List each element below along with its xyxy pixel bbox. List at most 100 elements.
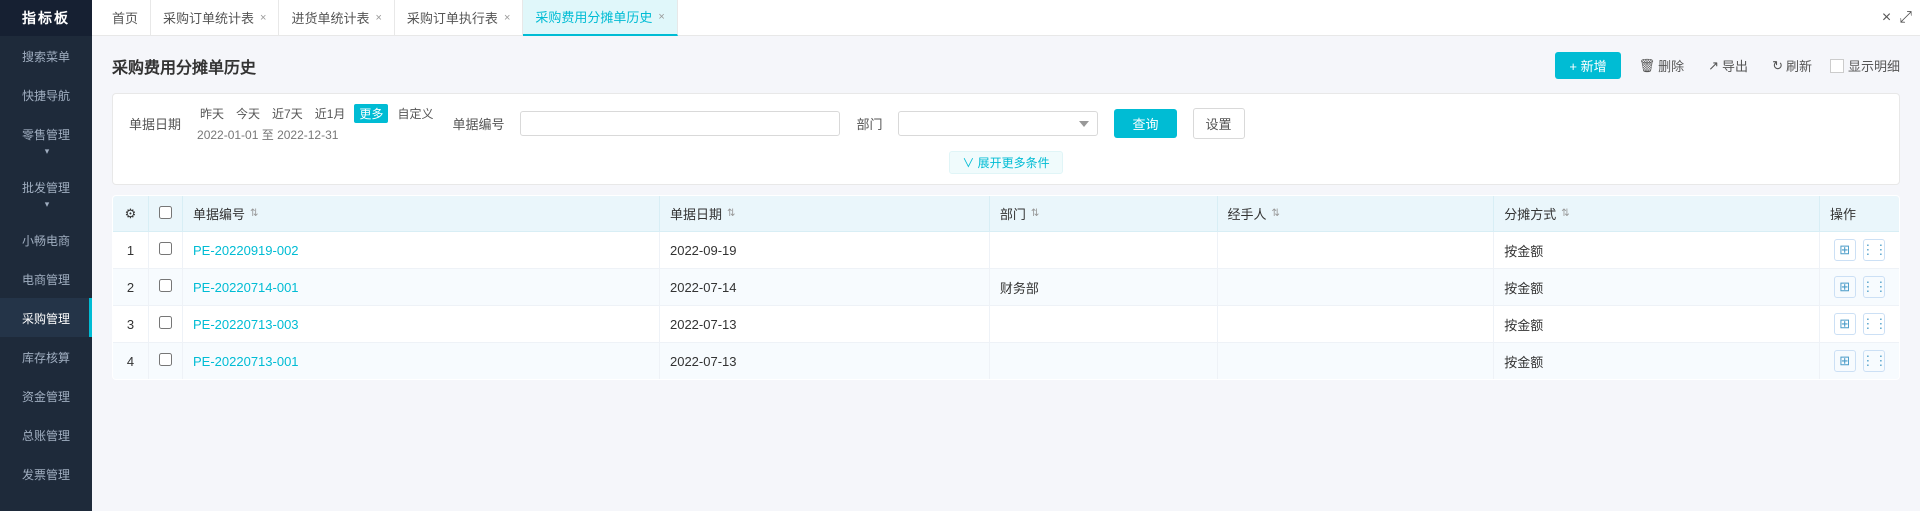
th-handler: 经手人 ⇅ — [1217, 196, 1494, 232]
row-handler-1 — [1217, 232, 1494, 269]
row-edit-icon-3[interactable]: ⊞ — [1834, 313, 1856, 335]
table-settings-icon[interactable]: ⚙ — [125, 206, 137, 221]
export-button[interactable]: ↗ 导出 — [1702, 53, 1754, 78]
row-checkbox-4[interactable] — [159, 353, 172, 366]
close-window-icon[interactable]: × — [1882, 9, 1891, 27]
date-shortcut-1month[interactable]: 近1月 — [312, 104, 349, 123]
row-actions-4: ⊞ ⋮⋮ — [1820, 343, 1900, 380]
tab-purchase-order-stats[interactable]: 采购订单统计表 × — [151, 0, 279, 36]
row-split-method-4: 按金额 — [1494, 343, 1820, 380]
row-doc-date-2: 2022-07-14 — [659, 269, 989, 306]
sidebar-item-ecommerce[interactable]: 电商管理 — [0, 259, 92, 298]
row-num-3: 3 — [113, 306, 149, 343]
sort-icon-doc-no[interactable]: ⇅ — [250, 208, 258, 219]
row-num-4: 4 — [113, 343, 149, 380]
row-edit-icon-1[interactable]: ⊞ — [1834, 239, 1856, 261]
date-shortcut-7days[interactable]: 近7天 — [269, 104, 306, 123]
row-dept-3 — [989, 306, 1217, 343]
date-shortcut-custom[interactable]: 自定义 — [394, 104, 436, 123]
tab-purchase-order-exec[interactable]: 采购订单执行表 × — [395, 0, 523, 36]
sidebar-item-ledger[interactable]: 总账管理 — [0, 415, 92, 454]
table-header-row: ⚙ 单据编号 ⇅ 单据日期 ⇅ — [113, 196, 1900, 232]
tab-purchase-cost-history[interactable]: 采购费用分摊单历史 × — [523, 0, 677, 36]
date-filter-label: 单据日期 — [129, 114, 181, 133]
filter-bar: 单据日期 昨天 今天 近7天 近1月 更多 自定义 2022-01-01 至 2… — [112, 93, 1900, 185]
chevron-down-icon: ▾ — [45, 199, 50, 209]
chevron-down-icon: ∨ — [962, 156, 977, 170]
doc-no-link-3[interactable]: PE-20220713-003 — [193, 317, 299, 332]
tab-goods-received-stats[interactable]: 进货单统计表 × — [279, 0, 394, 36]
row-handler-3 — [1217, 306, 1494, 343]
th-settings: ⚙ — [113, 196, 149, 232]
row-edit-icon-4[interactable]: ⊞ — [1834, 350, 1856, 372]
sidebar-item-purchase[interactable]: 采购管理 — [0, 298, 92, 337]
display-cols-toggle[interactable]: 显示明细 — [1830, 56, 1900, 75]
sidebar-item-retail[interactable]: 零售管理 ▾ — [0, 114, 92, 167]
table-row: 1 PE-20220919-002 2022-09-19 按金额 ⊞ ⋮⋮ — [113, 232, 1900, 269]
display-cols-checkbox[interactable] — [1830, 59, 1844, 73]
th-check — [149, 196, 183, 232]
row-check-2 — [149, 269, 183, 306]
sidebar-item-finance[interactable]: 资金管理 — [0, 376, 92, 415]
row-dept-4 — [989, 343, 1217, 380]
row-doc-date-4: 2022-07-13 — [659, 343, 989, 380]
sort-icon-doc-date[interactable]: ⇅ — [727, 208, 735, 219]
date-shortcut-more[interactable]: 更多 — [354, 104, 388, 123]
row-more-icon-4[interactable]: ⋮⋮ — [1863, 350, 1885, 372]
sidebar-item-quicknav[interactable]: 快捷导航 — [0, 75, 92, 114]
sort-icon-split-method[interactable]: ⇅ — [1561, 208, 1569, 219]
sidebar-item-invoice[interactable]: 发票管理 — [0, 454, 92, 493]
doc-no-link-1[interactable]: PE-20220919-002 — [193, 243, 299, 258]
query-button[interactable]: 查询 — [1114, 109, 1176, 138]
row-doc-date-3: 2022-07-13 — [659, 306, 989, 343]
date-shortcut-yesterday[interactable]: 昨天 — [197, 104, 227, 123]
refresh-button[interactable]: ↻ 刷新 — [1766, 53, 1818, 78]
doc-no-input[interactable] — [520, 111, 840, 136]
sidebar-item-mini[interactable]: 小畅电商 — [0, 220, 92, 259]
sidebar-item-wholesale[interactable]: 批发管理 ▾ — [0, 167, 92, 220]
dept-filter-label: 部门 — [856, 114, 882, 133]
doc-no-link-4[interactable]: PE-20220713-001 — [193, 354, 299, 369]
chevron-down-icon: ▾ — [45, 146, 50, 156]
row-checkbox-1[interactable] — [159, 242, 172, 255]
delete-icon: 🗑 — [1639, 58, 1656, 74]
tab-close-purchase-cost-history[interactable]: × — [658, 11, 664, 23]
tab-home[interactable]: 首页 — [100, 0, 151, 36]
row-actions-1: ⊞ ⋮⋮ — [1820, 232, 1900, 269]
expand-conditions-button[interactable]: ∨ 展开更多条件 — [949, 151, 1062, 174]
doc-no-link-2[interactable]: PE-20220714-001 — [193, 280, 299, 295]
expand-row: ∨ 展开更多条件 — [129, 151, 1883, 174]
tab-close-purchase-order-exec[interactable]: × — [504, 12, 510, 24]
select-all-checkbox[interactable] — [159, 206, 172, 219]
sort-icon-dept[interactable]: ⇅ — [1031, 208, 1039, 219]
row-more-icon-3[interactable]: ⋮⋮ — [1863, 313, 1885, 335]
dept-select[interactable] — [898, 111, 1098, 136]
page-title-row: 采购费用分摊单历史 + 新增 🗑 删除 ↗ 导出 ↻ 刷新 显示明细 — [112, 52, 1900, 79]
sort-icon-handler[interactable]: ⇅ — [1272, 208, 1280, 219]
refresh-icon: ↻ — [1772, 58, 1783, 74]
sidebar-item-search[interactable]: 搜索菜单 — [0, 36, 92, 75]
main-content: 首页 采购订单统计表 × 进货单统计表 × 采购订单执行表 × 采购费用分摊单历… — [92, 0, 1920, 511]
fullscreen-icon[interactable]: ⤢ — [1899, 9, 1912, 27]
row-doc-no-2: PE-20220714-001 — [183, 269, 660, 306]
tab-close-purchase-order-stats[interactable]: × — [260, 12, 266, 24]
row-more-icon-2[interactable]: ⋮⋮ — [1863, 276, 1885, 298]
filter-row-main: 单据日期 昨天 今天 近7天 近1月 更多 自定义 2022-01-01 至 2… — [129, 104, 1883, 143]
sidebar-item-inventory[interactable]: 库存核算 — [0, 337, 92, 376]
tab-close-goods-received-stats[interactable]: × — [375, 12, 381, 24]
row-edit-icon-2[interactable]: ⊞ — [1834, 276, 1856, 298]
row-dept-2: 财务部 — [989, 269, 1217, 306]
delete-button[interactable]: 🗑 删除 — [1633, 53, 1691, 78]
table-row: 3 PE-20220713-003 2022-07-13 按金额 ⊞ ⋮⋮ — [113, 306, 1900, 343]
date-shortcut-today[interactable]: 今天 — [233, 104, 263, 123]
settings-button[interactable]: 设置 — [1193, 108, 1245, 139]
row-check-1 — [149, 232, 183, 269]
row-checkbox-3[interactable] — [159, 316, 172, 329]
doc-no-filter-label: 单据编号 — [452, 114, 504, 133]
new-button[interactable]: + 新增 — [1555, 52, 1620, 79]
row-checkbox-2[interactable] — [159, 279, 172, 292]
tab-bar: 首页 采购订单统计表 × 进货单统计表 × 采购订单执行表 × 采购费用分摊单历… — [92, 0, 1920, 36]
row-doc-no-3: PE-20220713-003 — [183, 306, 660, 343]
row-more-icon-1[interactable]: ⋮⋮ — [1863, 239, 1885, 261]
th-dept: 部门 ⇅ — [989, 196, 1217, 232]
